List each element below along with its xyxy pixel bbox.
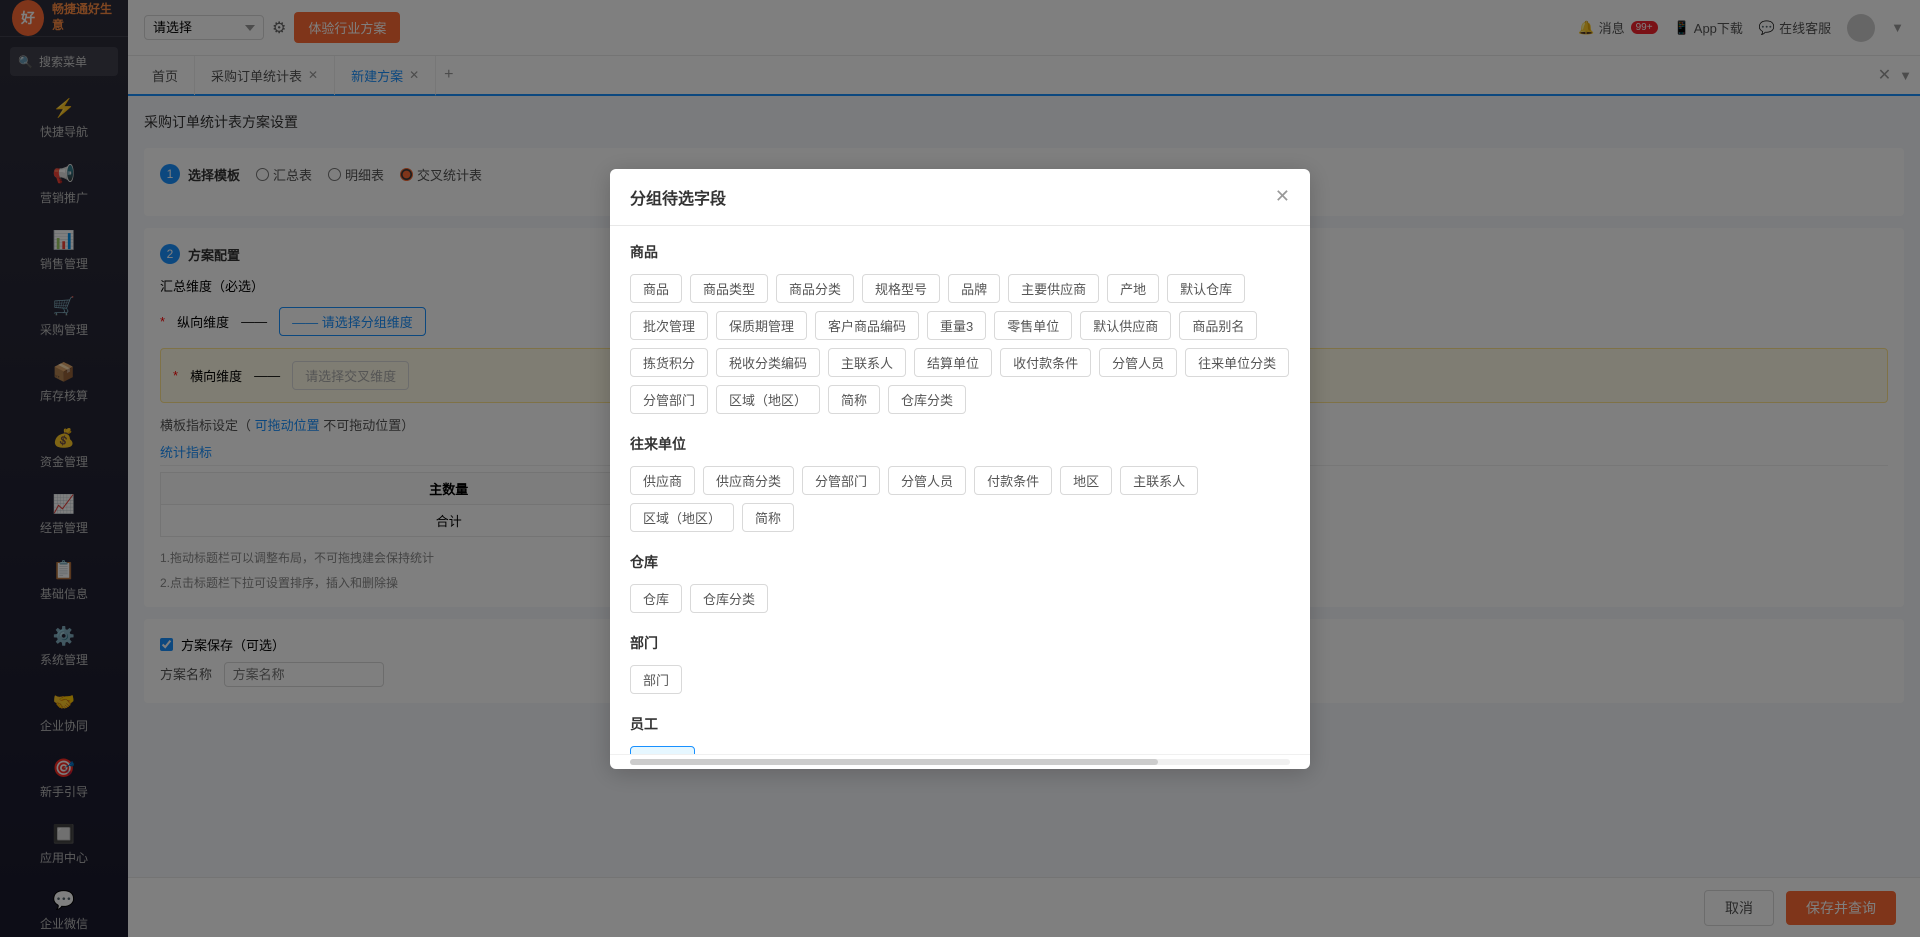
field-tag[interactable]: 主联系人 xyxy=(1120,466,1198,495)
field-group-department: 部门 部门 xyxy=(630,633,1290,694)
field-tag[interactable]: 分管部门 xyxy=(630,385,708,414)
field-tag-salesperson[interactable]: 业务员 xyxy=(630,746,695,754)
modal-title: 分组待选字段 xyxy=(630,185,726,209)
field-group-staff-title: 员工 xyxy=(630,714,1290,734)
field-tag[interactable]: 主要供应商 xyxy=(1008,274,1099,303)
modal-close-button[interactable]: ✕ xyxy=(1275,186,1290,207)
field-tag[interactable]: 拣货积分 xyxy=(630,348,708,377)
field-tag[interactable]: 简称 xyxy=(828,385,880,414)
field-tag[interactable]: 部门 xyxy=(630,665,682,694)
field-tag[interactable]: 仓库分类 xyxy=(690,584,768,613)
field-tag[interactable]: 商品类型 xyxy=(690,274,768,303)
field-tag[interactable]: 区域（地区） xyxy=(630,503,734,532)
field-tag[interactable]: 仓库 xyxy=(630,584,682,613)
field-tag[interactable]: 付款条件 xyxy=(974,466,1052,495)
field-tag[interactable]: 仓库分类 xyxy=(888,385,966,414)
scroll-track xyxy=(630,759,1290,765)
field-tag[interactable]: 规格型号 xyxy=(862,274,940,303)
field-group-warehouse: 仓库 仓库 仓库分类 xyxy=(630,552,1290,613)
field-tag[interactable]: 品牌 xyxy=(948,274,1000,303)
field-group-counterparty: 往来单位 供应商 供应商分类 分管部门 分管人员 付款条件 地区 主联系人 区域… xyxy=(630,434,1290,532)
field-tag[interactable]: 产地 xyxy=(1107,274,1159,303)
field-tags-staff: 业务员 xyxy=(630,746,1290,754)
modal-overlay: 分组待选字段 ✕ 商品 商品 商品类型 商品分类 规格型号 品牌 主要供应商 产… xyxy=(0,0,1920,937)
field-tag[interactable]: 保质期管理 xyxy=(716,311,807,340)
modal: 分组待选字段 ✕ 商品 商品 商品类型 商品分类 规格型号 品牌 主要供应商 产… xyxy=(610,169,1310,769)
field-tags-warehouse: 仓库 仓库分类 xyxy=(630,584,1290,613)
field-tag[interactable]: 往来单位分类 xyxy=(1185,348,1289,377)
field-tag[interactable]: 零售单位 xyxy=(994,311,1072,340)
field-tag[interactable]: 商品 xyxy=(630,274,682,303)
scroll-thumb[interactable] xyxy=(630,759,1158,765)
field-tag[interactable]: 商品分类 xyxy=(776,274,854,303)
field-tag[interactable]: 分管人员 xyxy=(888,466,966,495)
field-tag[interactable]: 分管部门 xyxy=(802,466,880,495)
field-tag[interactable]: 地区 xyxy=(1060,466,1112,495)
field-tag[interactable]: 默认仓库 xyxy=(1167,274,1245,303)
field-group-counterparty-title: 往来单位 xyxy=(630,434,1290,454)
field-tag[interactable]: 主联系人 xyxy=(828,348,906,377)
modal-header: 分组待选字段 ✕ xyxy=(610,169,1310,226)
field-tag[interactable]: 默认供应商 xyxy=(1080,311,1171,340)
field-tags-counterparty: 供应商 供应商分类 分管部门 分管人员 付款条件 地区 主联系人 区域（地区） … xyxy=(630,466,1290,532)
field-tag[interactable]: 简称 xyxy=(742,503,794,532)
field-tag[interactable]: 收付款条件 xyxy=(1000,348,1091,377)
field-group-department-title: 部门 xyxy=(630,633,1290,653)
field-tags-department: 部门 xyxy=(630,665,1290,694)
modal-scroll-bar[interactable] xyxy=(610,754,1310,769)
field-tag[interactable]: 分管人员 xyxy=(1099,348,1177,377)
field-group-staff: 员工 业务员 xyxy=(630,714,1290,754)
field-tag[interactable]: 商品别名 xyxy=(1179,311,1257,340)
modal-body[interactable]: 商品 商品 商品类型 商品分类 规格型号 品牌 主要供应商 产地 默认仓库 批次… xyxy=(610,226,1310,754)
field-tag[interactable]: 重量3 xyxy=(927,311,986,340)
field-tag[interactable]: 客户商品编码 xyxy=(815,311,919,340)
field-tag[interactable]: 批次管理 xyxy=(630,311,708,340)
field-tag[interactable]: 供应商分类 xyxy=(703,466,794,495)
field-tags-goods: 商品 商品类型 商品分类 规格型号 品牌 主要供应商 产地 默认仓库 批次管理 … xyxy=(630,274,1290,414)
field-tag[interactable]: 区域（地区） xyxy=(716,385,820,414)
field-tag[interactable]: 结算单位 xyxy=(914,348,992,377)
field-group-warehouse-title: 仓库 xyxy=(630,552,1290,572)
field-tag[interactable]: 供应商 xyxy=(630,466,695,495)
field-group-goods: 商品 商品 商品类型 商品分类 规格型号 品牌 主要供应商 产地 默认仓库 批次… xyxy=(630,242,1290,414)
field-tag[interactable]: 税收分类编码 xyxy=(716,348,820,377)
field-group-goods-title: 商品 xyxy=(630,242,1290,262)
